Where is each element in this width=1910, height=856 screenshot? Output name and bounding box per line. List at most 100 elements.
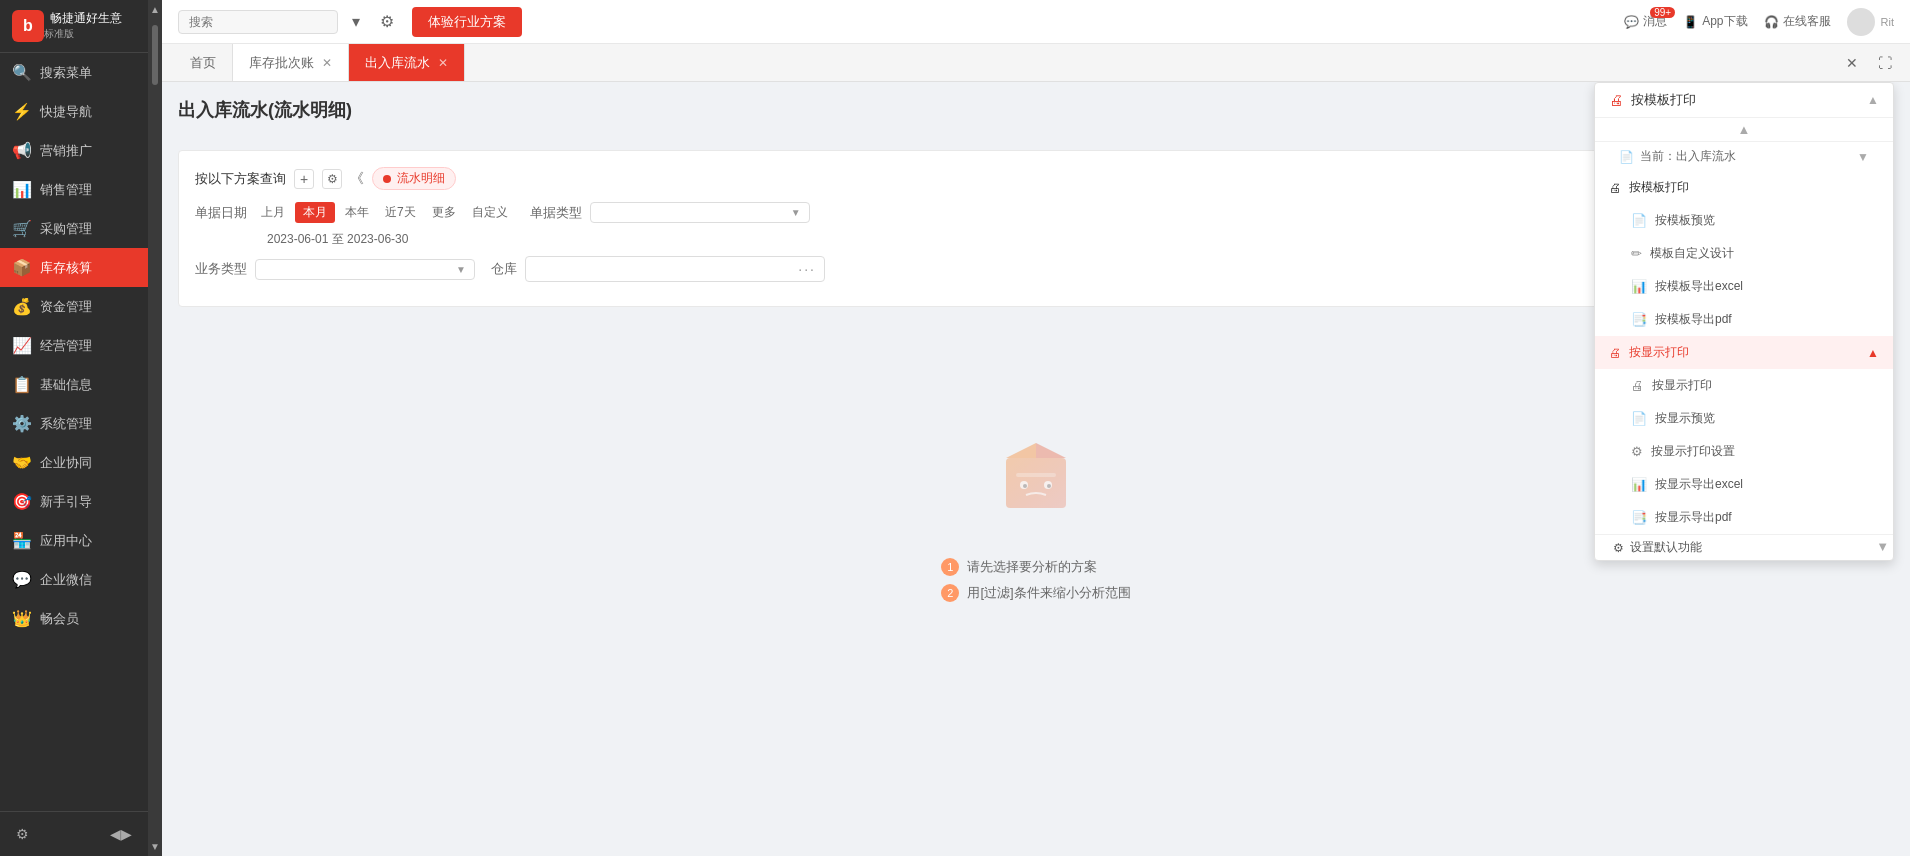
top-header: ▾ ⚙ 体验行业方案 💬 消息 99+ 📱 App下载 🎧 在线客服 (162, 0, 1910, 44)
filter-tag[interactable]: 流水明细 (372, 167, 456, 190)
this-year-btn[interactable]: 本年 (339, 202, 375, 223)
collapse-sidebar-button[interactable]: ◀▶ (106, 822, 136, 846)
template-pdf-item[interactable]: 📑 按模板导出pdf (1595, 303, 1893, 336)
sidebar-item-wechat[interactable]: 💬 企业微信 (0, 560, 148, 599)
tab-batch[interactable]: 库存批次账 ✕ (233, 44, 349, 81)
template-print-section[interactable]: 🖨 按模板打印 (1595, 171, 1893, 204)
display-preview-item[interactable]: 📄 按显示预览 (1595, 402, 1893, 435)
tab-home[interactable]: 首页 (174, 44, 233, 81)
display-print-item[interactable]: 🖨 按显示打印 (1595, 369, 1893, 402)
sidebar-item-label: 销售管理 (40, 181, 92, 199)
sidebar-item-search[interactable]: 🔍 搜索菜单 (0, 53, 148, 92)
current-icon: 📄 (1619, 150, 1634, 164)
empty-box-svg (986, 423, 1086, 523)
user-menu[interactable]: Rit (1847, 8, 1894, 36)
display-pdf-icon: 📑 (1631, 510, 1647, 525)
warehouse-dots: ··· (798, 261, 816, 277)
display-setting-label: 按显示打印设置 (1651, 443, 1735, 460)
sidebar-item-label: 系统管理 (40, 415, 92, 433)
display-preview-icon: 📄 (1631, 411, 1647, 426)
sidebar-item-sales[interactable]: 📊 销售管理 (0, 170, 148, 209)
doc-type-select[interactable]: ▼ (590, 202, 810, 223)
batch-tab-label: 库存批次账 (249, 54, 314, 72)
custom-date-btn[interactable]: 自定义 (466, 202, 514, 223)
trial-button[interactable]: 体验行业方案 (412, 7, 522, 37)
scroll-thumb (152, 25, 158, 85)
app-download-label: App下载 (1702, 13, 1747, 30)
print-scroll-down[interactable]: ⚙ 设置默认功能 ▼ (1595, 534, 1893, 560)
display-excel-item[interactable]: 📊 按显示导出excel (1595, 468, 1893, 501)
svg-marker-2 (1036, 443, 1066, 458)
display-setting-item[interactable]: ⚙ 按显示打印设置 (1595, 435, 1893, 468)
marketing-icon: 📢 (12, 141, 32, 160)
template-preview-label: 按模板预览 (1655, 212, 1715, 229)
filter-setting-button[interactable]: ⚙ (322, 169, 342, 189)
sidebar-item-membership[interactable]: 👑 畅会员 (0, 599, 148, 638)
more-date-btn[interactable]: 更多 (426, 202, 462, 223)
template-excel-icon: 📊 (1631, 279, 1647, 294)
maximize-tab-button[interactable]: ⛶ (1872, 53, 1898, 73)
sidebar-item-purchase[interactable]: 🛒 采购管理 (0, 209, 148, 248)
template-customize-icon: ✏ (1631, 246, 1642, 261)
sidebar-item-marketing[interactable]: 📢 营销推广 (0, 131, 148, 170)
warehouse-select[interactable]: ··· (525, 256, 825, 282)
purchase-icon: 🛒 (12, 219, 32, 238)
display-pdf-label: 按显示导出pdf (1655, 509, 1732, 526)
template-excel-item[interactable]: 📊 按模板导出excel (1595, 270, 1893, 303)
settings-button[interactable]: ⚙ (12, 822, 33, 846)
print-scroll-up[interactable]: ▲ (1595, 118, 1893, 142)
messages-button[interactable]: 💬 消息 99+ (1624, 13, 1667, 30)
template-customize-label: 模板自定义设计 (1650, 245, 1734, 262)
messages-badge: 99+ (1650, 7, 1675, 18)
sidebar-item-beginner[interactable]: 🎯 新手引导 (0, 482, 148, 521)
current-template-label: 📄 当前：出入库流水 ▼ (1595, 142, 1893, 171)
print-panel-collapse-button[interactable]: ▲ (1867, 93, 1879, 107)
flow-tab-close[interactable]: ✕ (438, 56, 448, 70)
sidebar-item-system[interactable]: ⚙️ 系统管理 (0, 404, 148, 443)
online-service-button[interactable]: 🎧 在线客服 (1764, 13, 1831, 30)
home-tab-label: 首页 (190, 54, 216, 72)
sidebar-item-operations[interactable]: 📈 经营管理 (0, 326, 148, 365)
header-dropdown-button[interactable]: ▾ (346, 10, 366, 33)
business-type-label: 业务类型 (195, 260, 247, 278)
sidebar-item-label: 经营管理 (40, 337, 92, 355)
display-print-icon: 🖨 (1631, 378, 1644, 393)
last-7days-btn[interactable]: 近7天 (379, 202, 422, 223)
default-setting-chevron: ▼ (1876, 539, 1889, 556)
app-download-button[interactable]: 📱 App下载 (1683, 13, 1747, 30)
business-type-select[interactable]: ▼ (255, 259, 475, 280)
template-preview-item[interactable]: 📄 按模板预览 (1595, 204, 1893, 237)
svg-point-7 (1047, 484, 1051, 488)
display-print-section[interactable]: 🖨 按显示打印 ▲ (1595, 336, 1893, 369)
scroll-up-button[interactable]: ▲ (150, 4, 160, 15)
operations-icon: 📈 (12, 336, 32, 355)
scroll-down-button[interactable]: ▼ (150, 841, 160, 852)
tab-flow[interactable]: 出入库流水 ✕ (349, 44, 465, 81)
svg-rect-0 (1006, 458, 1066, 508)
this-month-btn[interactable]: 本月 (295, 202, 335, 223)
filter-add-button[interactable]: + (294, 169, 314, 189)
close-tab-button[interactable]: ✕ (1840, 53, 1864, 73)
header-settings-button[interactable]: ⚙ (374, 10, 400, 33)
sidebar-item-appstore[interactable]: 🏪 应用中心 (0, 521, 148, 560)
headset-icon: 🎧 (1764, 15, 1779, 29)
template-customize-item[interactable]: ✏ 模板自定义设计 (1595, 237, 1893, 270)
batch-tab-close[interactable]: ✕ (322, 56, 332, 70)
header-search-area: ▾ ⚙ (178, 10, 400, 34)
step-num-2: 2 (941, 584, 959, 602)
sidebar-item-inventory[interactable]: 📦 库存核算 (0, 248, 148, 287)
filter-collapse-button[interactable]: 《 (350, 170, 364, 188)
enterprise-icon: 🤝 (12, 453, 32, 472)
sidebar-item-label: 新手引导 (40, 493, 92, 511)
sidebar-item-basic[interactable]: 📋 基础信息 (0, 365, 148, 404)
display-pdf-item[interactable]: 📑 按显示导出pdf (1595, 501, 1893, 534)
sidebar-item-enterprise[interactable]: 🤝 企业协同 (0, 443, 148, 482)
sidebar-item-quick-nav[interactable]: ⚡ 快捷导航 (0, 92, 148, 131)
template-pdf-label: 按模板导出pdf (1655, 311, 1732, 328)
sidebar-footer: ⚙ ◀▶ (0, 811, 148, 856)
sidebar-item-finance[interactable]: 💰 资金管理 (0, 287, 148, 326)
header-search-input[interactable] (178, 10, 338, 34)
empty-step-2: 2 用[过滤]条件来缩小分析范围 (941, 584, 1130, 602)
last-month-btn[interactable]: 上月 (255, 202, 291, 223)
online-service-label: 在线客服 (1783, 13, 1831, 30)
